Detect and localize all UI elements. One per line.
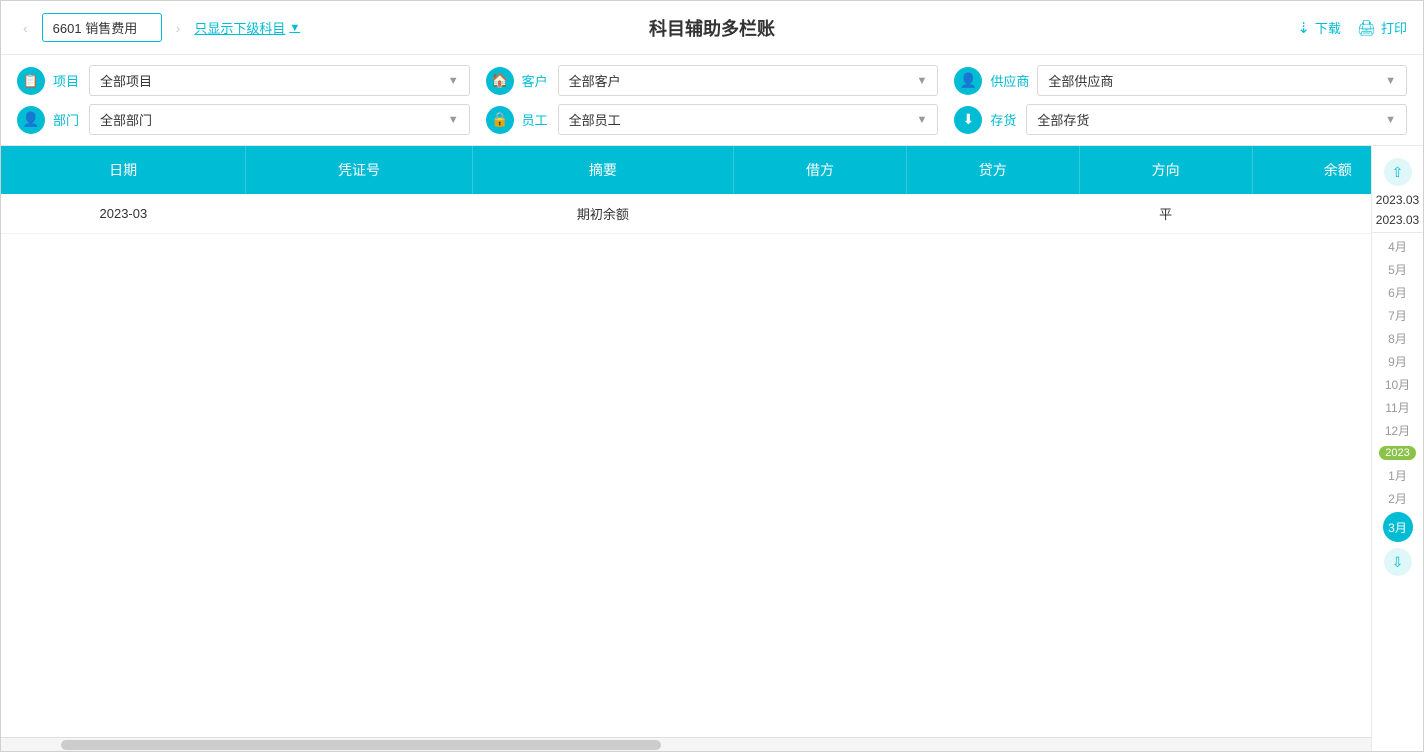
customer-chevron-icon: ▼ [916,75,927,87]
department-select[interactable]: 全部部门 ▼ [89,104,470,135]
page-title: 科目辅助多栏账 [649,15,775,41]
scrollbar-thumb[interactable] [61,740,661,750]
cell-voucher [246,194,473,234]
supplier-chevron-icon: ▼ [1385,75,1396,87]
inventory-select[interactable]: 全部存货 ▼ [1026,104,1407,135]
print-button[interactable]: 🖨 打印 [1357,18,1407,37]
period-2023-03-top-1[interactable]: 2023.03 [1372,190,1423,210]
filter-department: 👤 部门 全部部门 ▼ [17,104,470,135]
customer-select[interactable]: 全部客户 ▼ [558,65,939,96]
cell-direction: 平 [1079,194,1252,234]
cell-date: 2023-03 [1,194,246,234]
filter-row-1: 📋 项目 全部项目 ▼ 🏠 客户 全部客户 ▼ 👤 供应商 全部供应 [17,65,1407,96]
department-chevron-icon: ▼ [448,114,459,126]
nav-next-button[interactable]: › [170,18,187,38]
employee-icon: 🔒 [486,106,514,134]
month-8[interactable]: 8月 [1372,327,1423,350]
col-summary: 摘要 [472,146,733,194]
month-3-active[interactable]: 3月 [1383,512,1413,542]
employee-value: 全部员工 [569,110,621,129]
col-credit: 贷方 [906,146,1079,194]
department-icon: 👤 [17,106,45,134]
show-sub-accounts-label: 只显示下级科目 [194,18,285,37]
period-up-button[interactable]: ⇧ [1384,158,1412,186]
table-header-row: 日期 凭证号 摘要 借方 贷方 方向 余额 [1,146,1423,194]
supplier-value: 全部供应商 [1048,71,1113,90]
supplier-icon: 👤 [954,67,982,95]
year-badge-2023[interactable]: 2023 [1379,446,1415,460]
print-icon: 🖨 [1357,19,1376,37]
supplier-select[interactable]: 全部供应商 ▼ [1037,65,1407,96]
project-icon: 📋 [17,67,45,95]
period-2023-03-top-2[interactable]: 2023.03 [1372,210,1423,230]
filter-row-2: 👤 部门 全部部门 ▼ 🔒 员工 全部员工 ▼ ⬇ 存货 全部存货 [17,104,1407,135]
nav-prev-button[interactable]: ‹ [17,18,34,38]
customer-label: 客户 [522,71,550,90]
month-9[interactable]: 9月 [1372,350,1423,373]
title-bar: ‹ 6601 销售费用 › 只显示下级科目 ▼ 科目辅助多栏账 ⇣ 下载 🖨 打… [1,1,1423,55]
employee-select[interactable]: 全部员工 ▼ [558,104,939,135]
department-value: 全部部门 [100,110,152,129]
period-down-button[interactable]: ⇩ [1384,548,1412,576]
project-select[interactable]: 全部项目 ▼ [89,65,470,96]
cell-summary: 期初余额 [472,194,733,234]
title-right: ⇣ 下载 🖨 打印 [1297,18,1407,37]
project-label: 项目 [53,71,81,90]
project-value: 全部项目 [100,71,152,90]
month-5[interactable]: 5月 [1372,258,1423,281]
col-debit: 借方 [734,146,907,194]
project-chevron-icon: ▼ [448,75,459,87]
month-6[interactable]: 6月 [1372,281,1423,304]
employee-chevron-icon: ▼ [916,114,927,126]
month-11[interactable]: 11月 [1372,396,1423,419]
chevron-down-icon: ▼ [289,22,300,34]
col-date: 日期 [1,146,246,194]
main-window: ‹ 6601 销售费用 › 只显示下级科目 ▼ 科目辅助多栏账 ⇣ 下载 🖨 打… [0,0,1424,752]
filter-section: 📋 项目 全部项目 ▼ 🏠 客户 全部客户 ▼ 👤 供应商 全部供应 [1,55,1423,146]
print-label: 打印 [1381,18,1407,37]
employee-label: 员工 [522,110,550,129]
download-button[interactable]: ⇣ 下载 [1297,18,1341,37]
inventory-chevron-icon: ▼ [1385,114,1396,126]
horizontal-scrollbar[interactable] [1,737,1423,751]
cell-debit [734,194,907,234]
table-container: 日期 凭证号 摘要 借方 贷方 方向 余额 2023-03 期初余额 平 [1,146,1423,737]
customer-icon: 🏠 [486,67,514,95]
cell-credit [906,194,1079,234]
right-panel: ⇧ 2023.03 2023.03 4月 5月 6月 7月 8月 9月 10月 … [1371,146,1423,751]
separator-1 [1372,232,1423,233]
filter-inventory: ⬇ 存货 全部存货 ▼ [954,104,1407,135]
month-7[interactable]: 7月 [1372,304,1423,327]
month-4[interactable]: 4月 [1372,235,1423,258]
inventory-label: 存货 [990,110,1018,129]
inventory-icon: ⬇ [954,106,982,134]
col-direction: 方向 [1079,146,1252,194]
month-2[interactable]: 2月 [1372,487,1423,510]
department-label: 部门 [53,110,81,129]
filter-project: 📋 项目 全部项目 ▼ [17,65,470,96]
filter-supplier: 👤 供应商 全部供应商 ▼ [954,65,1407,96]
show-sub-accounts-button[interactable]: 只显示下级科目 ▼ [194,18,300,37]
inventory-value: 全部存货 [1037,110,1089,129]
supplier-label: 供应商 [990,71,1029,90]
month-10[interactable]: 10月 [1372,373,1423,396]
col-voucher: 凭证号 [246,146,473,194]
customer-value: 全部客户 [569,71,621,90]
download-label: 下载 [1315,18,1341,37]
filter-employee: 🔒 员工 全部员工 ▼ [486,104,939,135]
account-code-display: 6601 销售费用 [42,13,162,42]
month-1[interactable]: 1月 [1372,464,1423,487]
data-table: 日期 凭证号 摘要 借方 贷方 方向 余额 2023-03 期初余额 平 [1,146,1423,234]
title-left: ‹ 6601 销售费用 › 只显示下级科目 ▼ [17,13,300,42]
table-row: 2023-03 期初余额 平 [1,194,1423,234]
filter-customer: 🏠 客户 全部客户 ▼ [486,65,939,96]
month-12[interactable]: 12月 [1372,419,1423,442]
download-icon: ⇣ [1297,19,1310,37]
